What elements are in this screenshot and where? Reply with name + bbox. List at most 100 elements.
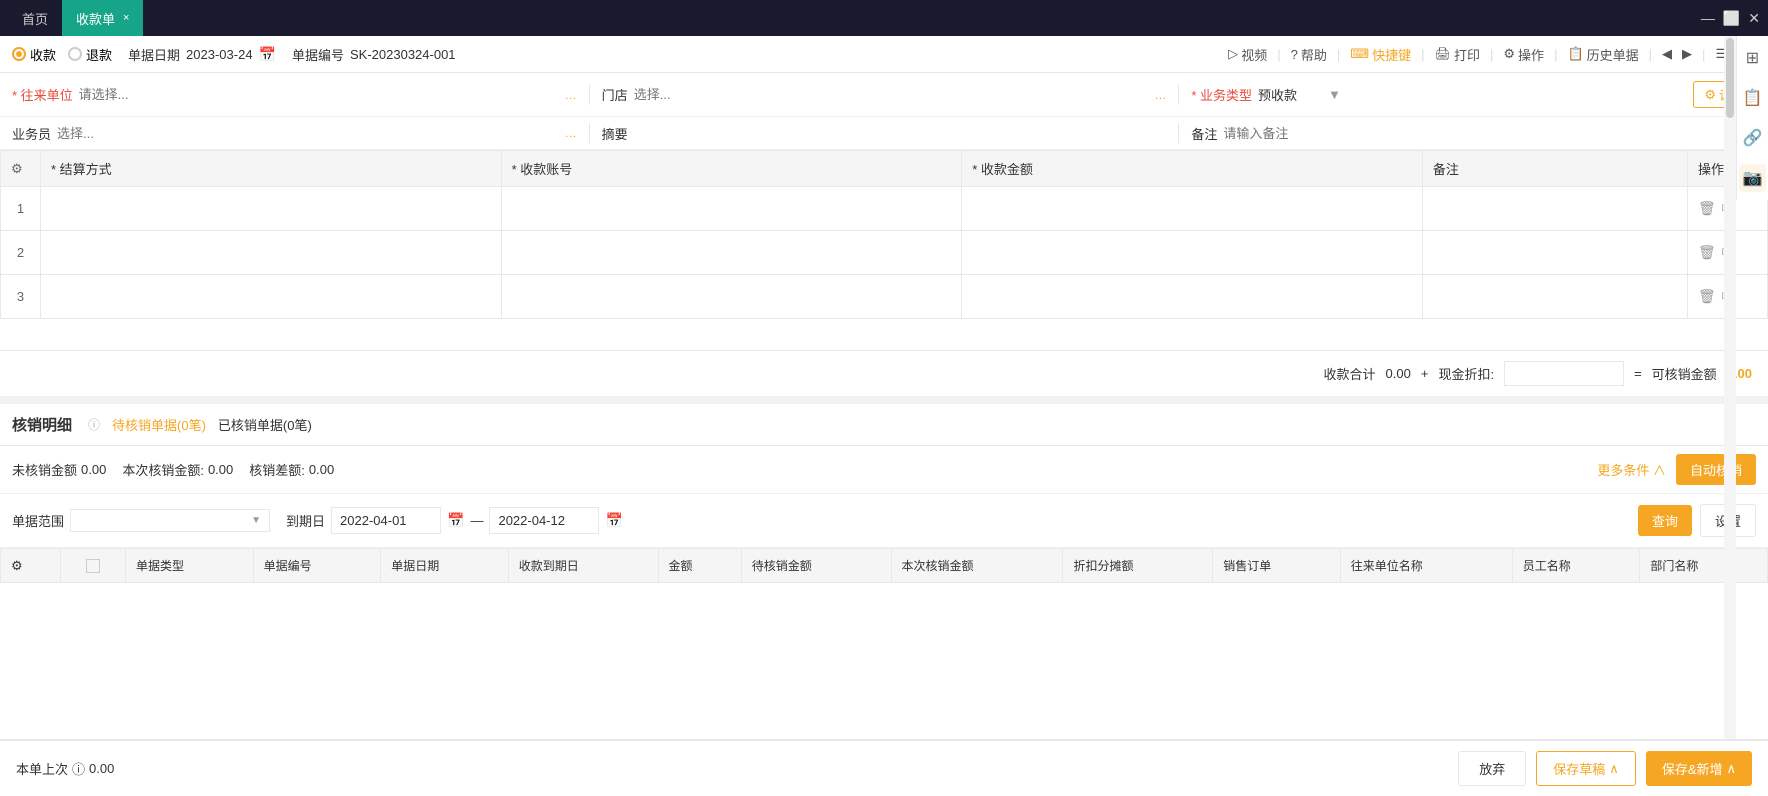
minimize-icon[interactable]: — xyxy=(1701,10,1715,26)
biztype-dropdown-icon[interactable]: ▼ xyxy=(1328,87,1341,102)
history-btn[interactable]: 📋 历史单据 xyxy=(1567,45,1638,64)
divider-3 xyxy=(589,123,590,143)
bth-gear[interactable]: ⚙ xyxy=(1,549,61,583)
pending-tab[interactable]: 待核销单据(0笔) xyxy=(112,415,206,434)
nav-tab-shoukuandan[interactable]: 收款单 × xyxy=(62,0,143,36)
row-1-settlement[interactable] xyxy=(41,187,502,231)
number-field: 单据编号 SK-20230324-001 xyxy=(292,45,456,64)
row-1-account[interactable] xyxy=(501,187,962,231)
bottom-amount-value: 0.00 xyxy=(89,761,114,776)
number-value: SK-20230324-001 xyxy=(350,47,456,62)
auto-hexiao-btn[interactable]: 自动核销 xyxy=(1676,454,1756,485)
more-cond-btn[interactable]: 更多条件 ∧ xyxy=(1597,460,1666,479)
store-input[interactable] xyxy=(634,87,1145,102)
save-draft-button[interactable]: 保存草稿 ∧ xyxy=(1536,751,1636,786)
summary-input[interactable] xyxy=(634,126,1167,141)
save-new-arrow-icon: ∧ xyxy=(1726,761,1736,777)
sidebar-grid-icon[interactable]: ⊞ xyxy=(1742,44,1763,72)
duedate-from-input[interactable] xyxy=(331,507,441,534)
duedate-to-input[interactable] xyxy=(489,507,599,534)
bottom-table-gear-icon[interactable]: ⚙ xyxy=(11,558,23,573)
print-icon: 🖨 xyxy=(1434,46,1451,62)
close-tab-icon[interactable]: × xyxy=(123,12,129,24)
operation-btn[interactable]: ⚙ 操作 xyxy=(1503,45,1544,64)
operation-label: 操作 xyxy=(1518,45,1544,64)
current-stat: 本次核销金额: 0.00 xyxy=(122,460,233,479)
remarks-input[interactable] xyxy=(1223,126,1756,141)
counterparty-label: * 往来单位 xyxy=(12,85,73,104)
save-new-button[interactable]: 保存&新增 ∧ xyxy=(1646,751,1752,786)
video-icon: ▷ xyxy=(1228,46,1238,62)
row-3-account[interactable] xyxy=(501,275,962,319)
row-1-amount[interactable] xyxy=(962,187,1423,231)
nav-home[interactable]: 首页 xyxy=(8,9,62,28)
bottom-amount-info-icon[interactable]: ⓘ xyxy=(72,759,85,778)
date-calendar-icon[interactable]: 📅 xyxy=(259,46,276,63)
biztype-label: * 业务类型 xyxy=(1191,85,1252,104)
radio-tuikuan[interactable]: 退款 xyxy=(68,45,112,64)
sidebar-doc-icon[interactable]: 📋 xyxy=(1739,84,1767,112)
section-divider xyxy=(0,396,1768,404)
counterparty-more-btn[interactable]: … xyxy=(565,88,577,102)
nav-left-btn[interactable]: ◀ xyxy=(1662,46,1672,62)
sidebar-link-icon[interactable]: 🔗 xyxy=(1739,124,1767,152)
discount-input[interactable] xyxy=(1504,361,1624,386)
row-2-delete-icon[interactable]: 🗑 xyxy=(1698,244,1716,261)
store-more-btn[interactable]: … xyxy=(1154,88,1166,102)
row-2-account[interactable] xyxy=(501,231,962,275)
hexiao-info-icon[interactable]: ⓘ xyxy=(88,416,100,433)
row-2-remarks[interactable] xyxy=(1422,231,1687,275)
bth-checkbox xyxy=(61,549,126,583)
total-label: 收款合计 xyxy=(1324,364,1376,383)
biztype-field: * 业务类型 预收款 ▼ ⚙ 设置 xyxy=(1191,81,1756,108)
diff-label: 核销差额: xyxy=(249,460,305,479)
settings-icon: ⚙ xyxy=(1704,87,1716,103)
sidebar-camera-icon[interactable]: 📷 xyxy=(1739,164,1767,192)
right-scrollbar[interactable] xyxy=(1724,36,1736,756)
close-window-icon[interactable]: ✕ xyxy=(1748,10,1760,27)
maximize-icon[interactable]: ⬜ xyxy=(1723,10,1740,27)
row-3-amount[interactable] xyxy=(962,275,1423,319)
store-field: 门店 … xyxy=(602,85,1167,104)
range-select[interactable]: ▼ xyxy=(70,509,270,532)
discard-button[interactable]: 放弃 xyxy=(1458,751,1526,786)
duedate-to-calendar-icon[interactable]: 📅 xyxy=(605,512,622,529)
help-btn[interactable]: ? 帮助 xyxy=(1291,45,1327,64)
nav-right-btn[interactable]: ▶ xyxy=(1682,46,1692,62)
row-1-remarks[interactable] xyxy=(1422,187,1687,231)
row-2-settlement[interactable] xyxy=(41,231,502,275)
staff-input[interactable] xyxy=(57,126,561,141)
done-tab[interactable]: 已核销单据(0笔) xyxy=(218,415,312,434)
table-row: 3 🗑 ⧉ xyxy=(1,275,1768,319)
date-dash: — xyxy=(470,513,483,528)
date-value[interactable]: 2023-03-24 xyxy=(186,47,253,62)
query-button[interactable]: 查询 xyxy=(1638,505,1692,536)
select-all-checkbox[interactable] xyxy=(86,559,100,573)
radio-shoukuan[interactable]: 收款 xyxy=(12,45,56,64)
row-1-delete-icon[interactable]: 🗑 xyxy=(1698,200,1716,217)
row-3-remarks[interactable] xyxy=(1422,275,1687,319)
bth-pending: 待核销金额 xyxy=(741,549,891,583)
uncleared-stat: 未核销金额 0.00 xyxy=(12,460,106,479)
sep2: | xyxy=(1337,47,1340,62)
row-2-amount[interactable] xyxy=(962,231,1423,275)
row-3-settlement[interactable] xyxy=(41,275,502,319)
table-header-row: ⚙ * 结算方式 * 收款账号 * 收款金额 备注 操作 xyxy=(1,151,1768,187)
sep6: | xyxy=(1649,47,1652,62)
remarks-label: 备注 xyxy=(1191,124,1217,143)
row-3-delete-icon[interactable]: 🗑 xyxy=(1698,288,1716,305)
form-row-2: 业务员 … 摘要 备注 xyxy=(0,117,1768,150)
bth-dept: 部门名称 xyxy=(1640,549,1768,583)
table-gear-icon[interactable]: ⚙ xyxy=(11,161,23,176)
hexiao-stats-row: 未核销金额 0.00 本次核销金额: 0.00 核销差额: 0.00 更多条件 … xyxy=(0,446,1768,494)
shortcut-btn[interactable]: ⌨ 快捷键 xyxy=(1350,45,1411,64)
sep7: | xyxy=(1702,47,1705,62)
bth-docno: 单据编号 xyxy=(253,549,381,583)
duedate-from-calendar-icon[interactable]: 📅 xyxy=(447,512,464,529)
print-btn[interactable]: 🖨 打印 xyxy=(1434,45,1480,64)
staff-more-btn[interactable]: … xyxy=(565,126,577,140)
table-row: 2 🗑 ⧉ xyxy=(1,231,1768,275)
counterparty-input[interactable] xyxy=(79,87,555,102)
divider-4 xyxy=(1178,123,1179,143)
video-btn[interactable]: ▷ 视频 xyxy=(1228,45,1267,64)
